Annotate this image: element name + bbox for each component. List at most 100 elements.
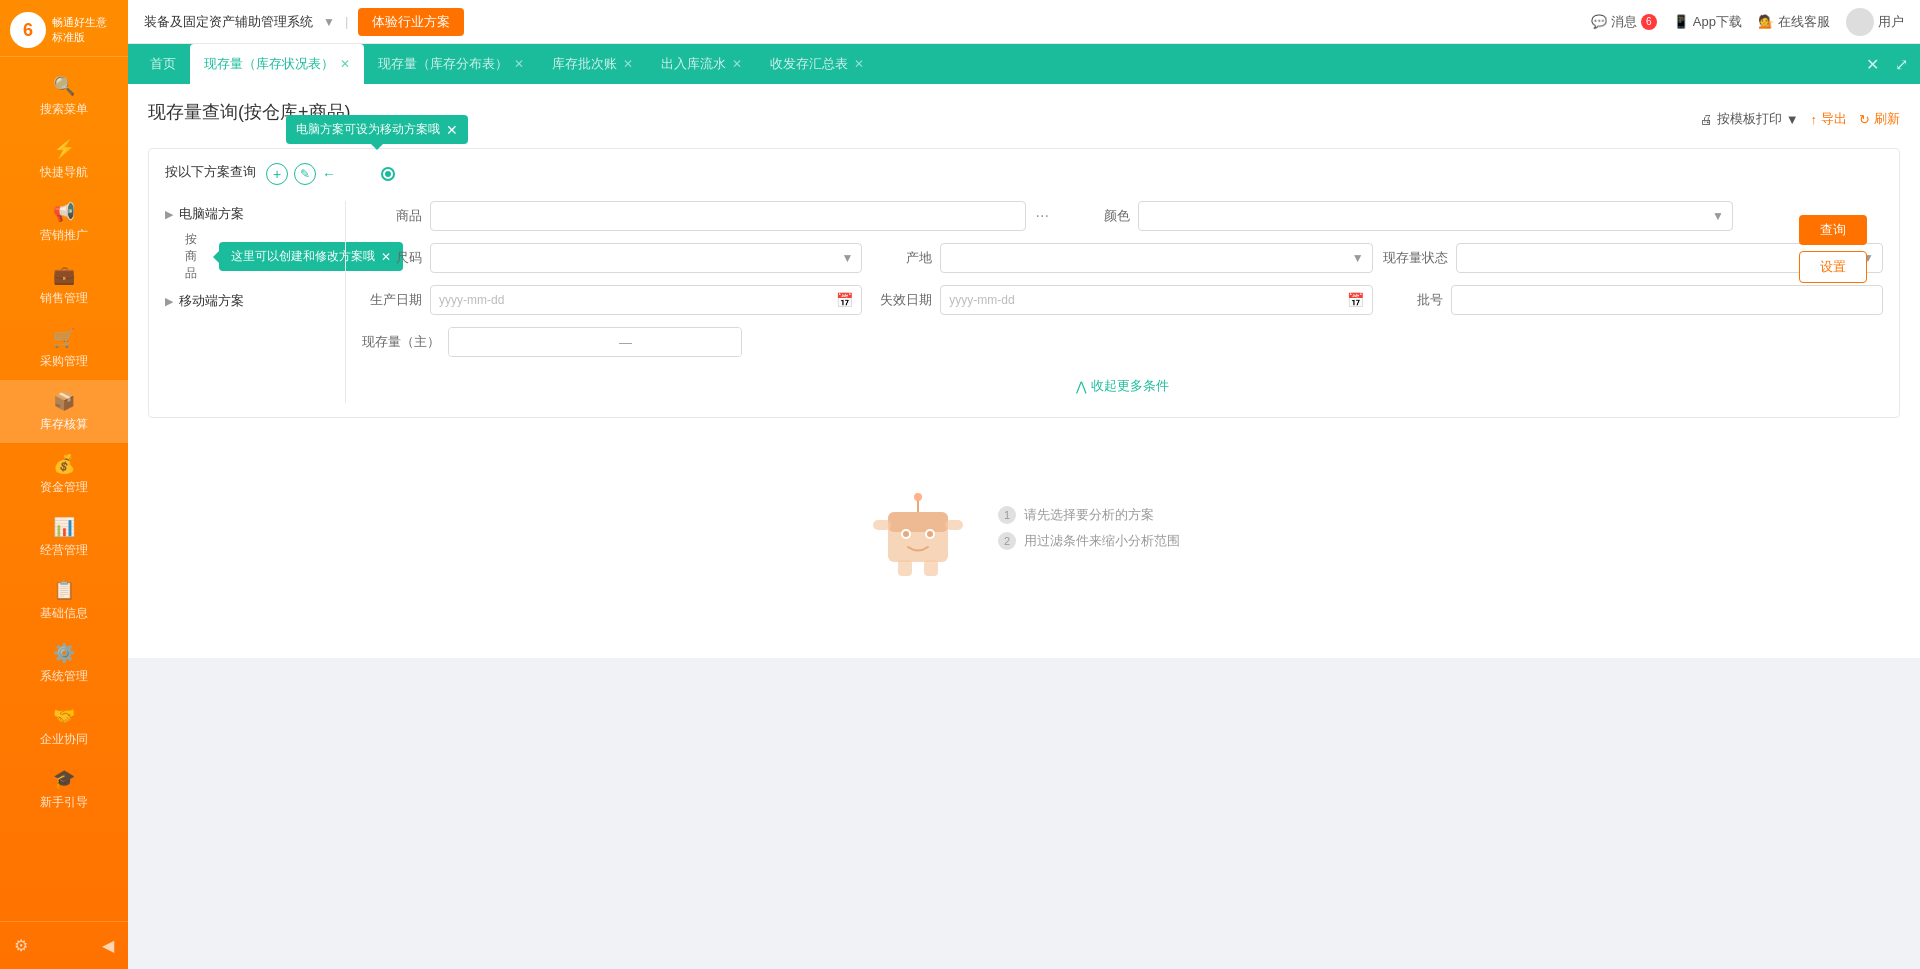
sidebar-item-sales[interactable]: 💼 销售管理 <box>0 254 128 317</box>
empty-steps: 1 请先选择要分析的方案 2 用过滤条件来缩小分析范围 <box>998 506 1180 558</box>
app-download-btn[interactable]: 📱 App下载 <box>1673 13 1742 31</box>
filter-size-label: 尺码 <box>362 249 422 267</box>
tab-summary[interactable]: 收发存汇总表 ✕ <box>756 44 878 84</box>
sidebar-item-label: 企业协同 <box>40 731 88 748</box>
sidebar-item-basic[interactable]: 📋 基础信息 <box>0 569 128 632</box>
marketing-icon: 📢 <box>53 201 75 223</box>
export-btn[interactable]: ↑ 导出 <box>1811 110 1848 128</box>
settings-icon[interactable]: ⚙ <box>10 932 32 959</box>
sidebar-item-label: 搜索菜单 <box>40 101 88 118</box>
sidebar-item-quick[interactable]: ⚡ 快捷导航 <box>0 128 128 191</box>
goods-dots[interactable]: ··· <box>1036 207 1060 225</box>
tab-flow[interactable]: 出入库流水 ✕ <box>647 44 756 84</box>
purchase-icon: 🛒 <box>53 327 75 349</box>
color-select-arrow: ▼ <box>1712 209 1724 223</box>
sidebar-item-label: 新手引导 <box>40 794 88 811</box>
collapse-sidebar-icon[interactable]: ◀ <box>98 932 118 959</box>
svg-point-11 <box>914 493 922 501</box>
template-print-label: 按模板打印 <box>1717 110 1782 128</box>
empty-state-inner: 1 请先选择要分析的方案 2 用过滤条件来缩小分析范围 <box>148 482 1900 582</box>
filter-expire-date-input[interactable]: yyyy-mm-dd 📅 <box>940 285 1372 315</box>
prod-date-calendar-icon: 📅 <box>836 292 853 308</box>
tab-close-icon[interactable]: ✕ <box>514 57 524 71</box>
operations-icon: 📊 <box>53 516 75 538</box>
tooltip1-text: 电脑方案可设为移动方案哦 <box>296 121 440 138</box>
tab-batch[interactable]: 库存批次账 ✕ <box>538 44 647 84</box>
sidebar-item-enterprise[interactable]: 🤝 企业协同 <box>0 695 128 758</box>
tooltip1-close[interactable]: ✕ <box>446 122 458 138</box>
range-max-input[interactable] <box>636 328 742 356</box>
sidebar-item-purchase[interactable]: 🛒 采购管理 <box>0 317 128 380</box>
tab-close-icon[interactable]: ✕ <box>340 57 350 71</box>
search-button[interactable]: 查询 <box>1799 215 1867 245</box>
filter-stock-main-label: 现存量（主） <box>362 333 440 351</box>
filter-size-select[interactable]: ▼ <box>430 243 862 273</box>
filter-origin-label: 产地 <box>872 249 932 267</box>
reset-button[interactable]: 设置 <box>1799 251 1867 283</box>
scheme-tree-area: ▶ 电脑端方案 按商品 这里可以创建和修改方案哦 ✕ <box>165 201 1883 403</box>
edit-scheme-wrap: ✎ <box>294 163 316 185</box>
filter-batch-input[interactable] <box>1451 285 1883 315</box>
tab-close-icon[interactable]: ✕ <box>732 57 742 71</box>
filter-origin-select[interactable]: ▼ <box>940 243 1372 273</box>
back-arrow-icon[interactable]: ← <box>322 166 336 182</box>
empty-step-2: 2 用过滤条件来缩小分析范围 <box>998 532 1180 550</box>
scheme-desktop-label: 电脑端方案 <box>179 205 244 223</box>
tab-inventory-status[interactable]: 现存量（库存状况表） ✕ <box>190 44 364 84</box>
sidebar-item-operations[interactable]: 📊 经营管理 <box>0 506 128 569</box>
sidebar-logo: 6 畅通好生意 标准版 <box>0 0 128 57</box>
sidebar-item-system[interactable]: ⚙️ 系统管理 <box>0 632 128 695</box>
svg-rect-6 <box>873 520 891 530</box>
scheme-desktop[interactable]: ▶ 电脑端方案 <box>165 201 345 227</box>
online-service-btn[interactable]: 💁 在线客服 <box>1758 13 1830 31</box>
online-service-label: 在线客服 <box>1778 13 1830 31</box>
refresh-label: 刷新 <box>1874 110 1900 128</box>
sidebar-item-marketing[interactable]: 📢 营销推广 <box>0 191 128 254</box>
sales-icon: 💼 <box>53 264 75 286</box>
filter-stock-main: 现存量（主） — <box>362 327 742 357</box>
refresh-icon: ↻ <box>1859 112 1870 127</box>
sidebar-item-finance[interactable]: 💰 资金管理 <box>0 443 128 506</box>
filter-goods-input[interactable] <box>430 201 1026 231</box>
filter-color-select[interactable]: ▼ <box>1138 201 1734 231</box>
filter-prod-date: 生产日期 yyyy-mm-dd 📅 <box>362 285 862 315</box>
user-btn[interactable]: 用户 <box>1846 8 1904 36</box>
sidebar-item-guide[interactable]: 🎓 新手引导 <box>0 758 128 821</box>
template-print-btn[interactable]: 🖨 按模板打印 ▼ <box>1700 110 1799 128</box>
system-dropdown-icon[interactable]: ▼ <box>323 15 335 29</box>
message-btn[interactable]: 💬 消息 6 <box>1591 13 1657 31</box>
fullscreen-icon[interactable]: ⤢ <box>1891 51 1912 78</box>
export-label: 导出 <box>1821 110 1847 128</box>
filter-prod-date-input[interactable]: yyyy-mm-dd 📅 <box>430 285 862 315</box>
close-all-tabs-icon[interactable]: ✕ <box>1862 51 1883 78</box>
tab-close-icon[interactable]: ✕ <box>854 57 864 71</box>
filter-row-3: 生产日期 yyyy-mm-dd 📅 失效日期 yyyy-mm-dd 📅 <box>362 285 1883 315</box>
size-arrow-icon: ▼ <box>841 251 853 265</box>
filter-stock-main-range[interactable]: — <box>448 327 742 357</box>
tab-home[interactable]: 首页 <box>136 44 190 84</box>
tab-inventory-dist[interactable]: 现存量（库存分布表） ✕ <box>364 44 538 84</box>
query-section: 按以下方案查询 + ✎ ← 电脑方案可设为移动方案哦 ✕ <box>148 148 1900 418</box>
trial-button[interactable]: 体验行业方案 <box>358 8 464 36</box>
sidebar-item-search[interactable]: 🔍 搜索菜单 <box>0 65 128 128</box>
filter-origin: 产地 ▼ <box>872 243 1372 273</box>
add-scheme-btn[interactable]: + <box>266 163 288 185</box>
refresh-btn[interactable]: ↻ 刷新 <box>1859 110 1900 128</box>
empty-illustration <box>868 482 968 582</box>
step1-text: 请先选择要分析的方案 <box>1024 506 1154 524</box>
filter-color: 颜色 ▼ <box>1070 201 1734 231</box>
scheme-mobile[interactable]: ▶ 移动端方案 <box>165 288 345 314</box>
svg-rect-7 <box>945 520 963 530</box>
sidebar-item-inventory[interactable]: 📦 库存核算 <box>0 380 128 443</box>
collapse-btn[interactable]: ⋀ 收起更多条件 <box>362 369 1883 403</box>
tab-close-icon[interactable]: ✕ <box>623 57 633 71</box>
search-icon: 🔍 <box>53 75 75 97</box>
sidebar-item-label: 资金管理 <box>40 479 88 496</box>
export-icon: ↑ <box>1811 112 1818 127</box>
filter-row-4: 现存量（主） — <box>362 327 1883 357</box>
empty-state: 1 请先选择要分析的方案 2 用过滤条件来缩小分析范围 <box>148 422 1900 642</box>
system-icon: ⚙️ <box>53 642 75 664</box>
edit-scheme-btn[interactable]: ✎ <box>294 163 316 185</box>
filter-batch-label: 批号 <box>1383 291 1443 309</box>
range-min-input[interactable] <box>449 328 615 356</box>
